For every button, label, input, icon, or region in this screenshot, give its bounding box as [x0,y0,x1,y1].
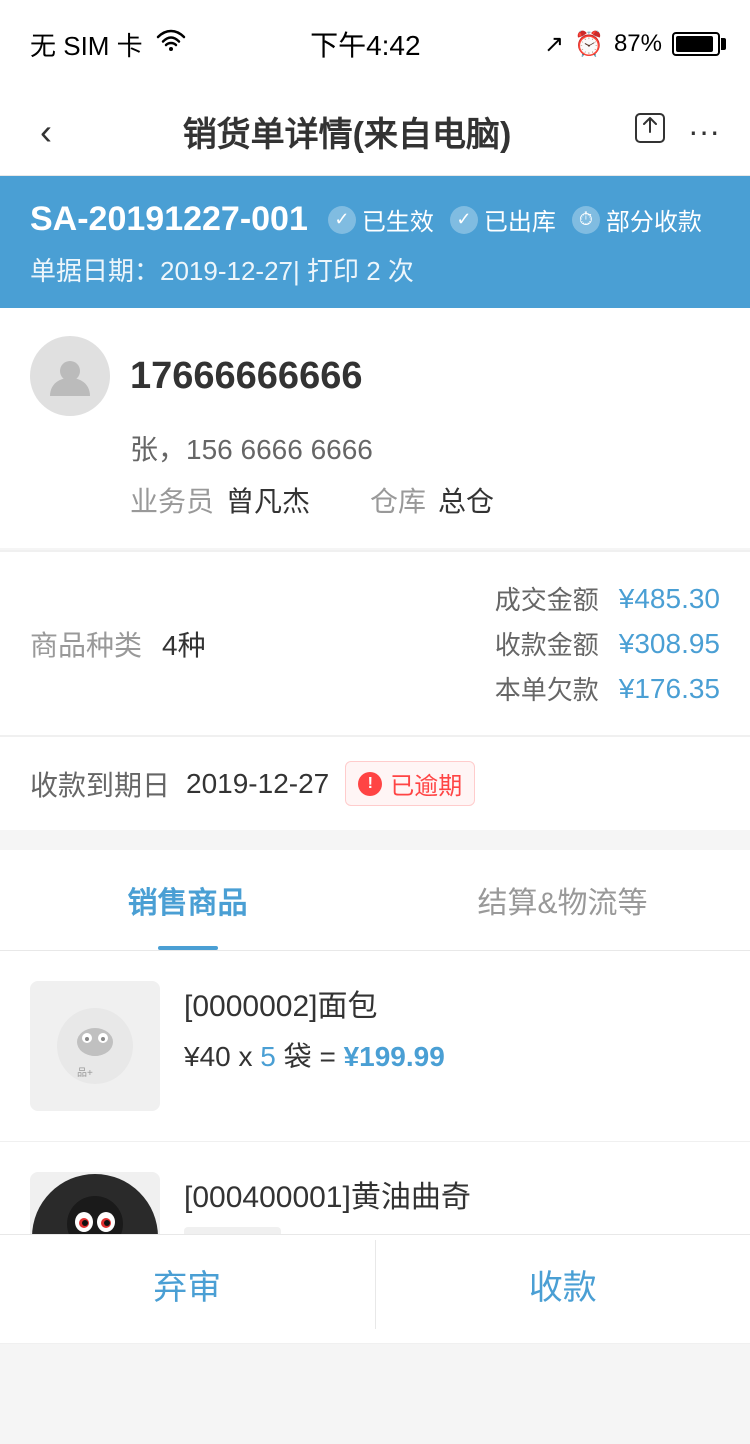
customer-meta: 业务员 曾凡杰 仓库 总仓 [130,480,720,520]
bottom-spacer [0,1344,750,1444]
order-number: SA-20191227-001 [30,200,308,239]
bottom-bar: 弃审 收款 [0,1234,750,1334]
product-price-value-1: ¥40 [184,1041,231,1072]
clock-icon-partial: ⏱ [572,206,600,234]
header-banner: SA-20191227-001 ✓ 已生效 ✓ 已出库 ⏱ 部分收款 单据日期：… [0,176,750,308]
transaction-amount: ¥485.30 [619,583,720,615]
summary-left: 商品种类 4种 [30,624,206,664]
tabs-section: 销售商品 结算&物流等 [0,850,750,951]
product-price-1: ¥40 x 5 袋 = ¥199.99 [184,1035,720,1075]
product-name-2: [000400001]黄油曲奇 [184,1172,720,1216]
battery-text: 87% [614,30,662,58]
product-name-1: [0000002]面包 [184,981,720,1025]
wifi-icon [155,29,187,60]
sales-person-item: 业务员 曾凡杰 [130,480,310,520]
nav-bar: ‹ 销货单详情(来自电脑) ··· [0,88,750,176]
battery-icon [672,32,720,56]
owed-label: 本单欠款 [495,670,599,707]
product-types-value: 4种 [162,624,206,664]
received-amount: ¥308.95 [619,628,720,660]
section-divider [0,830,750,846]
status-bar-left: 无 SIM 卡 [30,26,187,63]
product-types-label: 商品种类 [30,624,142,664]
customer-section: 17666666666 张，156 6666 6666 业务员 曾凡杰 仓库 总… [0,308,750,548]
status-tag-shipped: ✓ 已出库 [450,202,556,237]
warehouse-label: 仓库 [370,480,426,520]
status-bar: 无 SIM 卡 下午4:42 ↗ ⏰ 87% [0,0,750,88]
product-placeholder-1: 品+ [30,981,160,1111]
date-label: 单据日期： [30,256,160,286]
status-tag-partial: ⏱ 部分收款 [572,202,702,237]
status-effective-label: 已生效 [362,202,434,237]
product-quantity-1: 5 [260,1041,276,1072]
product-total-1: ¥199.99 [344,1041,445,1072]
product-unit-1: 袋 [284,1041,312,1072]
transaction-label: 成交金额 [495,580,599,617]
customer-main-row: 17666666666 [30,336,720,416]
transaction-row: 成交金额 ¥485.30 [495,580,720,617]
sales-label: 业务员 [130,480,214,520]
print-text: | 打印 2 次 [293,256,414,286]
tab-products-label: 销售商品 [128,887,248,920]
status-bar-time: 下午4:42 [310,24,421,64]
customer-name: 张，156 6666 6666 [130,428,720,468]
status-tag-effective: ✓ 已生效 [328,202,434,237]
cancel-label: 弃审 [153,1269,221,1307]
overdue-icon: ! [358,772,382,796]
back-button[interactable]: ‹ [30,101,62,163]
summary-right: 成交金额 ¥485.30 收款金额 ¥308.95 本单欠款 ¥176.35 [495,580,720,707]
check-icon-shipped: ✓ [450,206,478,234]
status-bar-right: ↗ ⏰ 87% [544,30,720,59]
summary-row: 商品种类 4种 成交金额 ¥485.30 收款金额 ¥308.95 本单欠款 ¥… [30,580,720,707]
nav-title: 销货单详情(来自电脑) [183,107,512,156]
received-row: 收款金额 ¥308.95 [495,625,720,662]
product-price-x-1: x [239,1041,261,1072]
overdue-badge: ! 已逾期 [345,761,475,806]
summary-section: 商品种类 4种 成交金额 ¥485.30 收款金额 ¥308.95 本单欠款 ¥… [0,552,750,735]
location-icon: ↗ [544,30,564,59]
confirm-button[interactable]: 收款 [376,1240,750,1329]
overdue-text: 已逾期 [390,766,462,801]
owed-row: 本单欠款 ¥176.35 [495,670,720,707]
alarm-icon: ⏰ [574,30,604,59]
sales-value: 曾凡杰 [226,480,310,520]
svg-text:品+: 品+ [77,1067,93,1079]
tab-settlement-label: 结算&物流等 [477,887,647,920]
product-equals-1: = [319,1041,343,1072]
status-shipped-label: 已出库 [484,202,556,237]
product-item: 品+ [0000002]面包 ¥40 x 5 袋 = ¥199.99 [0,951,750,1142]
customer-phone: 17666666666 [130,355,362,398]
status-partial-label: 部分收款 [606,202,702,237]
nav-actions: ··· [632,110,720,154]
header-date-row: 单据日期：2019-12-27| 打印 2 次 [30,251,720,288]
check-icon-effective: ✓ [328,206,356,234]
tab-settlement[interactable]: 结算&物流等 [375,850,750,950]
share-icon[interactable] [632,110,668,154]
cancel-button[interactable]: 弃审 [0,1240,376,1329]
confirm-label: 收款 [529,1269,597,1307]
avatar [30,336,110,416]
warehouse-value: 总仓 [438,480,494,520]
due-date: 2019-12-27 [186,768,329,800]
product-info-1: [0000002]面包 ¥40 x 5 袋 = ¥199.99 [184,981,720,1075]
received-label: 收款金额 [495,625,599,662]
more-icon[interactable]: ··· [688,113,720,150]
tabs-row: 销售商品 结算&物流等 [0,850,750,951]
tab-products[interactable]: 销售商品 [0,850,375,950]
status-tags: ✓ 已生效 ✓ 已出库 ⏱ 部分收款 [328,202,702,237]
header-date: 2019-12-27 [160,256,293,286]
product-image-1: 品+ [30,981,160,1111]
owed-amount: ¥176.35 [619,673,720,705]
due-section: 收款到期日 2019-12-27 ! 已逾期 [0,737,750,830]
carrier-text: 无 SIM 卡 [30,26,143,63]
due-label: 收款到期日 [30,764,170,804]
warehouse-item: 仓库 总仓 [370,480,494,520]
